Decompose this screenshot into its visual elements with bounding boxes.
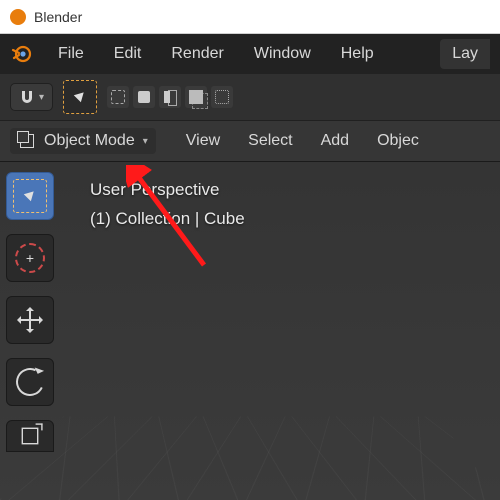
dashed-box-icon (13, 179, 47, 213)
chevron-down-icon: ▾ (39, 92, 44, 103)
active-tool-indicator[interactable] (63, 80, 97, 114)
menu-render[interactable]: Render (157, 39, 237, 69)
cursor-icon (73, 89, 86, 102)
select-mode-group (107, 86, 233, 108)
tool-select-box[interactable] (6, 172, 54, 220)
object-mode-icon (18, 132, 36, 150)
header-view[interactable]: View (174, 126, 232, 156)
select-mode-new-icon[interactable] (107, 86, 129, 108)
select-mode-subtract-icon[interactable] (159, 86, 181, 108)
chevron-down-icon: ▾ (143, 136, 148, 147)
mode-selector[interactable]: Object Mode ▾ (10, 128, 156, 154)
cursor3d-icon (15, 243, 45, 273)
top-menubar: File Edit Render Window Help Lay (0, 34, 500, 74)
select-mode-intersect-icon[interactable] (185, 86, 207, 108)
viewport-3d[interactable] (0, 162, 500, 500)
workspace-tab-layout[interactable]: Lay (440, 39, 490, 69)
snap-magnet-dropdown[interactable]: ▾ (10, 83, 53, 111)
viewport-grid (0, 417, 500, 500)
menu-help[interactable]: Help (327, 39, 388, 69)
tool-cursor[interactable] (6, 234, 54, 282)
os-titlebar: Blender (0, 0, 500, 34)
move-icon (15, 305, 45, 335)
overlay-line-2: (1) Collection | Cube (90, 205, 245, 234)
app-area: File Edit Render Window Help Lay ▾ (0, 34, 500, 500)
viewport-header: Object Mode ▾ View Select Add Objec (0, 120, 500, 162)
magnet-icon (19, 89, 35, 105)
tool-rotate[interactable] (6, 358, 54, 406)
select-mode-invert-icon[interactable] (211, 86, 233, 108)
menu-window[interactable]: Window (240, 39, 325, 69)
select-mode-extend-icon[interactable] (133, 86, 155, 108)
cursor-icon (23, 188, 36, 201)
tool-settings-bar: ▾ (0, 74, 500, 120)
header-add[interactable]: Add (309, 126, 361, 156)
window-title: Blender (34, 9, 82, 25)
scale-icon (22, 428, 39, 445)
header-object[interactable]: Objec (365, 126, 431, 156)
menu-file[interactable]: File (44, 39, 98, 69)
left-toolbar (0, 162, 60, 500)
overlay-line-1: User Perspective (90, 176, 245, 205)
mode-label: Object Mode (44, 132, 135, 150)
viewport-container: User Perspective (1) Collection | Cube (0, 162, 500, 500)
viewport-overlay-text: User Perspective (1) Collection | Cube (90, 176, 245, 234)
blender-logo-icon[interactable] (10, 43, 32, 65)
tool-scale[interactable] (6, 420, 54, 452)
rotate-icon (12, 364, 48, 400)
menu-edit[interactable]: Edit (100, 39, 156, 69)
header-select[interactable]: Select (236, 126, 304, 156)
blender-window: Blender File Edit Render Window Help Lay (0, 0, 500, 500)
tool-move[interactable] (6, 296, 54, 344)
blender-app-icon (10, 9, 26, 25)
